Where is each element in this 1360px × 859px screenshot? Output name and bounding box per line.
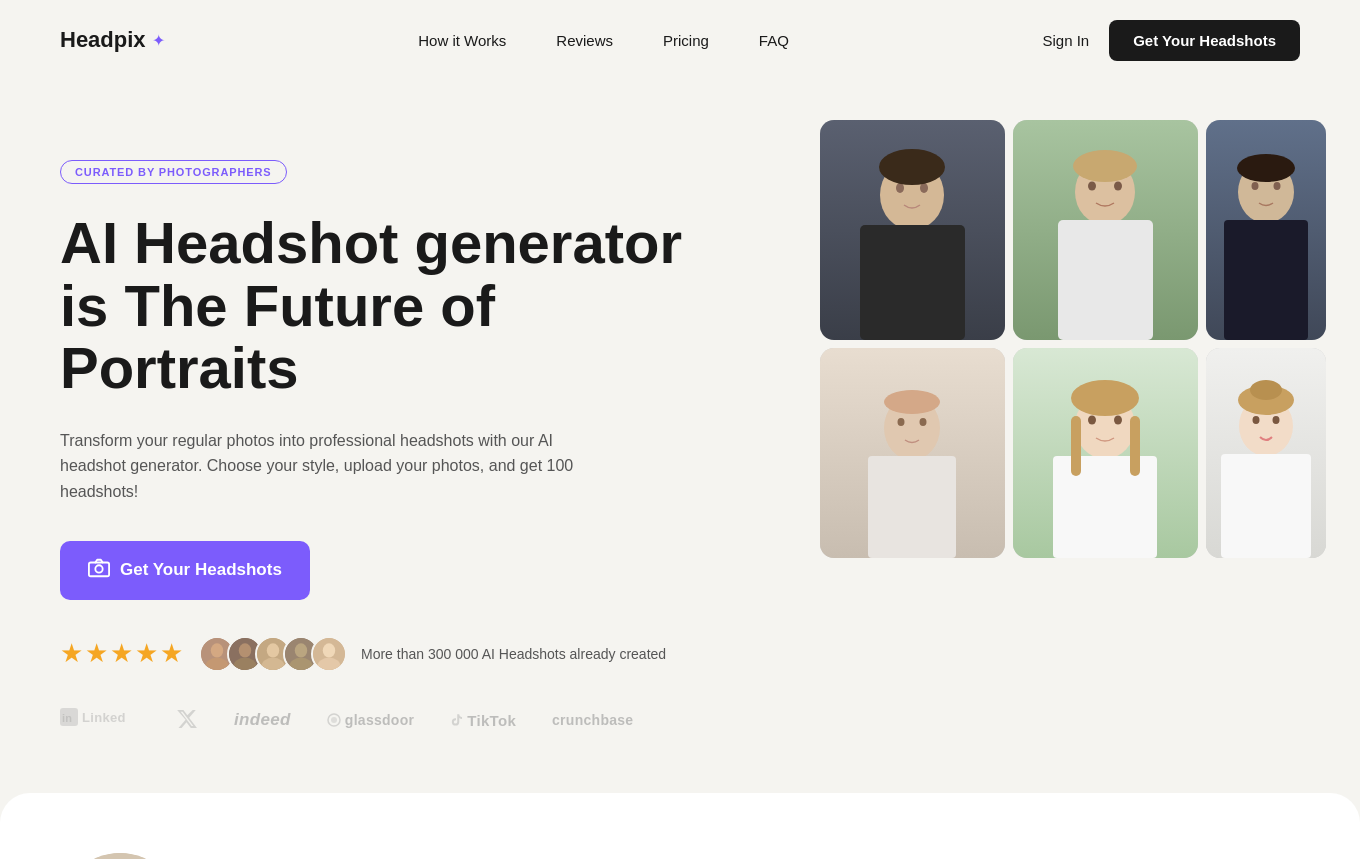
hero-description: Transform your regular photos into profe…: [60, 428, 620, 505]
social-proof-text: More than 300 000 AI Headshots already c…: [361, 646, 666, 662]
hero-title-line2: is The Future of Portraits: [60, 273, 495, 401]
logo-link[interactable]: Headpix ✦: [60, 27, 165, 53]
navbar: Headpix ✦ How it Works Reviews Pricing F…: [0, 0, 1360, 80]
svg-rect-42: [868, 456, 956, 558]
hero-title: AI Headshot generator is The Future of P…: [60, 212, 740, 400]
hero-image-1: [820, 120, 1005, 340]
svg-point-3: [211, 643, 223, 657]
avatar-group: [199, 636, 347, 672]
svg-rect-30: [1058, 220, 1153, 340]
svg-point-45: [884, 390, 940, 414]
nav-how-it-works[interactable]: How it Works: [418, 32, 506, 49]
svg-point-21: [331, 717, 337, 723]
camera-icon: [88, 557, 110, 584]
nav-cta-button[interactable]: Get Your Headshots: [1109, 20, 1300, 61]
social-proof-row: ★★★★★ More than 300 000 AI Headshot: [60, 636, 740, 672]
example-avatar: [60, 853, 180, 859]
svg-point-1: [95, 565, 102, 572]
svg-point-43: [898, 418, 905, 426]
svg-rect-24: [860, 225, 965, 340]
brand-indeed: indeed: [234, 710, 291, 730]
svg-point-25: [896, 183, 904, 193]
svg-point-49: [1088, 416, 1096, 425]
svg-point-58: [1273, 416, 1280, 424]
hero-section: CURATED BY PHOTOGRAPHERS AI Headshot gen…: [0, 80, 1360, 773]
svg-point-27: [879, 149, 945, 185]
hero-image-3: [1206, 120, 1326, 340]
svg-point-15: [323, 643, 335, 657]
hero-content: CURATED BY PHOTOGRAPHERS AI Headshot gen…: [60, 140, 740, 733]
nav-links: How it Works Reviews Pricing FAQ: [418, 32, 789, 49]
brand-x: [176, 708, 198, 733]
hero-title-line1: AI Headshot generator: [60, 210, 682, 275]
hero-images: [820, 120, 1300, 558]
hero-image-5: [1013, 348, 1198, 558]
svg-point-57: [1253, 416, 1260, 424]
svg-rect-52: [1071, 416, 1081, 476]
svg-rect-53: [1130, 416, 1140, 476]
brand-linkedin: in Linked: [60, 708, 140, 733]
svg-point-37: [1252, 182, 1259, 190]
brand-crunchbase: crunchbase: [552, 712, 633, 728]
svg-point-6: [239, 643, 251, 657]
svg-point-38: [1274, 182, 1281, 190]
nav-pricing[interactable]: Pricing: [663, 32, 709, 49]
svg-point-9: [267, 643, 279, 657]
nav-reviews[interactable]: Reviews: [556, 32, 613, 49]
hero-cta-button[interactable]: Get Your Headshots: [60, 541, 310, 600]
svg-point-33: [1073, 150, 1137, 182]
hero-image-4: [820, 348, 1005, 558]
svg-rect-36: [1224, 220, 1308, 340]
hero-cta-label: Get Your Headshots: [120, 560, 282, 580]
nav-actions: Sign In Get Your Headshots: [1042, 20, 1300, 61]
brand-logos: in Linked indeed glassdoor TikTok crunchb…: [60, 708, 740, 733]
brand-glassdoor: glassdoor: [327, 712, 414, 728]
nav-faq[interactable]: FAQ: [759, 32, 789, 49]
sign-in-button[interactable]: Sign In: [1042, 32, 1089, 49]
svg-point-39: [1237, 154, 1295, 182]
logo-star-icon: ✦: [152, 31, 165, 50]
hero-image-2: [1013, 120, 1198, 340]
avatar-5: [311, 636, 347, 672]
image-grid: [820, 120, 1300, 558]
logo-text: Headpix: [60, 27, 146, 53]
svg-point-61: [60, 853, 180, 859]
svg-point-31: [1088, 182, 1096, 191]
svg-point-26: [920, 183, 928, 193]
star-rating: ★★★★★: [60, 638, 185, 669]
badge: CURATED BY PHOTOGRAPHERS: [60, 160, 287, 184]
svg-point-12: [295, 643, 307, 657]
svg-text:in: in: [62, 712, 72, 724]
brand-tiktok: TikTok: [450, 712, 516, 729]
svg-point-32: [1114, 182, 1122, 191]
hero-image-6: [1206, 348, 1326, 558]
svg-point-60: [1250, 380, 1282, 400]
bottom-section: Examples of Generated AI Headshots: [0, 793, 1360, 859]
svg-point-44: [920, 418, 927, 426]
svg-rect-56: [1221, 454, 1311, 558]
svg-rect-48: [1053, 456, 1157, 558]
svg-point-51: [1071, 380, 1139, 416]
examples-header: Examples of Generated AI Headshots: [60, 853, 1300, 859]
svg-point-50: [1114, 416, 1122, 425]
svg-text:Linked: Linked: [82, 710, 126, 725]
